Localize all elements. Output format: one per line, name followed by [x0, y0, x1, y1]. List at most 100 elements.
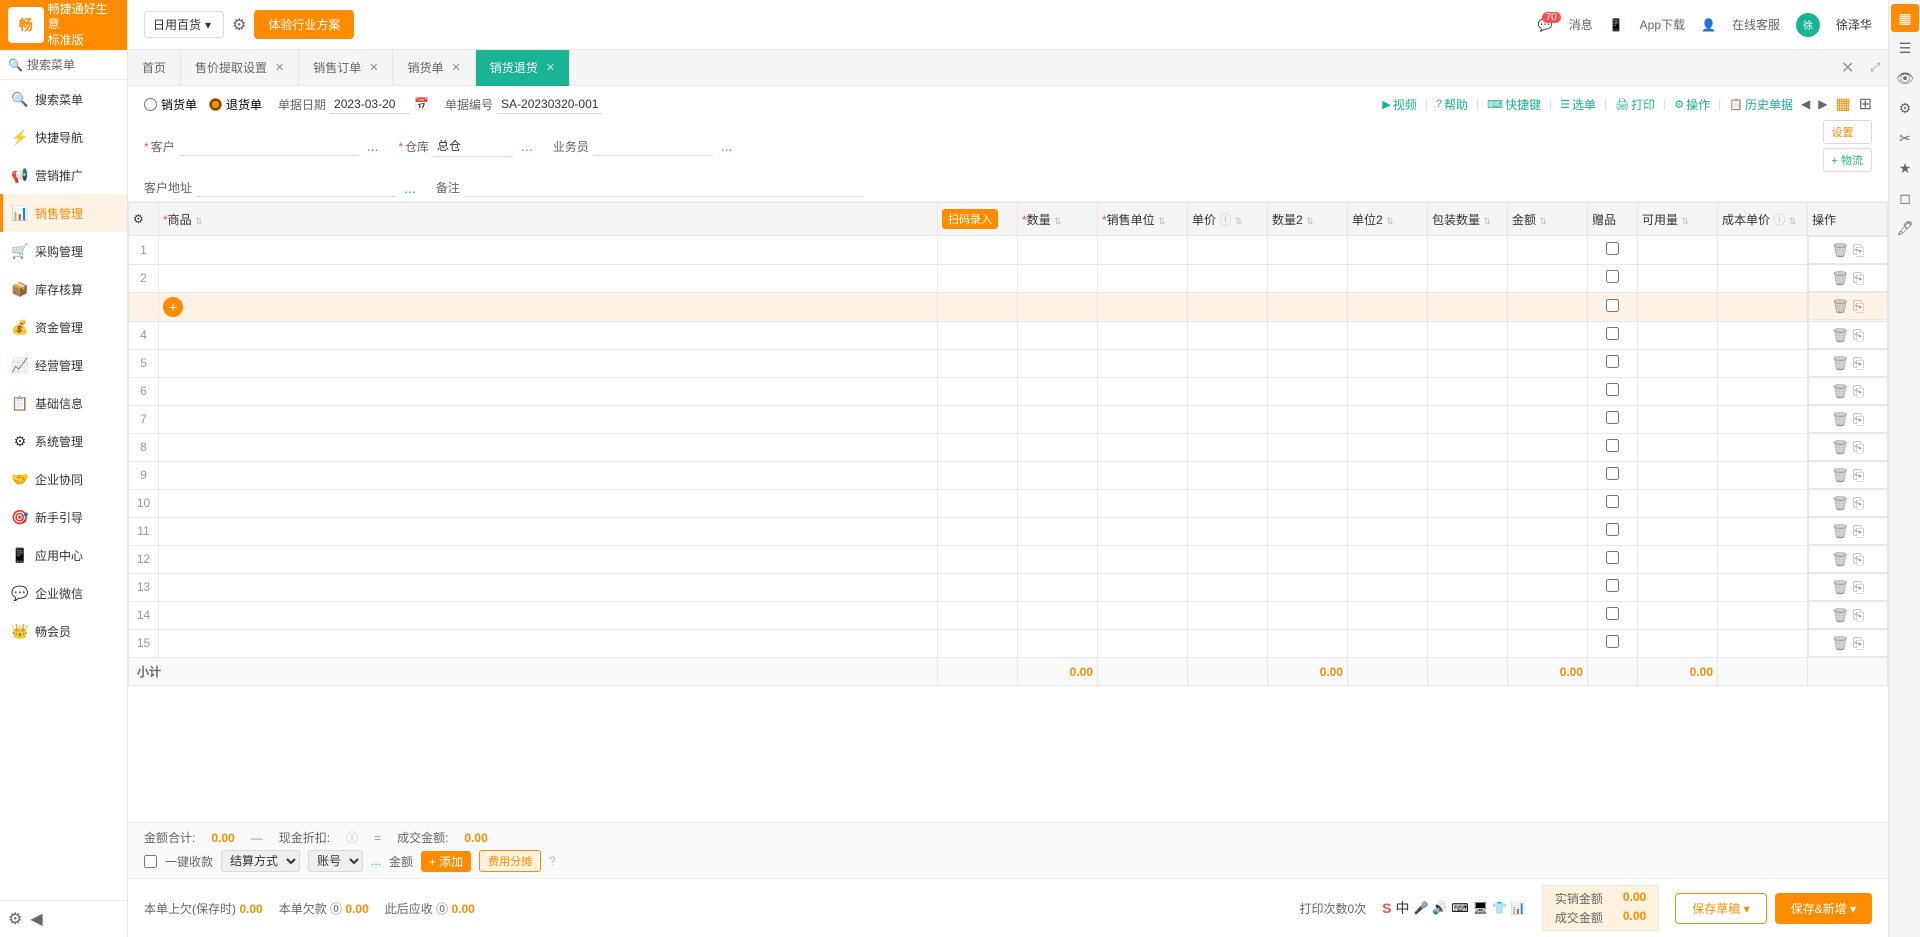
cell-unit2-10[interactable] — [1348, 489, 1428, 517]
cell-avail-13[interactable] — [1638, 573, 1718, 601]
cell-price-2[interactable] — [1188, 264, 1268, 292]
cell-product-11[interactable] — [159, 517, 938, 545]
delete-row-15[interactable]: 🗑 — [1831, 635, 1849, 652]
cell-amount-14[interactable] — [1508, 601, 1588, 629]
cell-amount-15[interactable] — [1508, 629, 1588, 658]
cell-qty2-2[interactable] — [1268, 264, 1348, 292]
cell-amount-9[interactable] — [1508, 461, 1588, 489]
right-sidebar-r6[interactable]: 🖋 — [1891, 214, 1919, 242]
cell-pack-13[interactable] — [1428, 573, 1508, 601]
cell-price-8[interactable] — [1188, 433, 1268, 461]
copy-row-2[interactable]: ⎘ — [1853, 270, 1864, 287]
cell-price-13[interactable] — [1188, 573, 1268, 601]
customer-input[interactable] — [179, 137, 359, 156]
tab-sale-price[interactable]: 售价提取设置✕ — [181, 50, 299, 86]
cell-amount-10[interactable] — [1508, 489, 1588, 517]
cell-unit2-1[interactable] — [1348, 236, 1428, 265]
copy-row-7[interactable]: ⎘ — [1853, 411, 1864, 428]
delete-row-5[interactable]: 🗑 — [1831, 355, 1849, 372]
cell-qty2-12[interactable] — [1268, 545, 1348, 573]
copy-row-3[interactable]: ⎘ — [1853, 298, 1864, 315]
cell-gift-10[interactable] — [1588, 489, 1638, 517]
toolbar-shortcut[interactable]: ⌨ 快捷键 — [1487, 96, 1541, 113]
prev-record[interactable]: ◀ — [1801, 97, 1810, 111]
cell-qty-13[interactable] — [1018, 573, 1098, 601]
tab-sales-return[interactable]: 销货退货✕ — [476, 50, 570, 86]
sidebar-item-basic[interactable]: 📋基础信息 — [0, 384, 127, 422]
cell-cost-12[interactable] — [1718, 545, 1808, 573]
cell-avail-5[interactable] — [1638, 349, 1718, 377]
cell-amount-3[interactable] — [1508, 292, 1588, 321]
sidebar-search[interactable]: 🔍 搜索菜单 — [0, 50, 127, 80]
cell-cost-2[interactable] — [1718, 264, 1808, 292]
sidebar-item-wechat[interactable]: 💬企业微信 — [0, 574, 127, 612]
sidebar-item-member[interactable]: 👑畅会员 — [0, 612, 127, 650]
cell-qty-15[interactable] — [1018, 629, 1098, 658]
cell-avail-4[interactable] — [1638, 321, 1718, 349]
right-sidebar-r4[interactable]: ★ — [1891, 154, 1919, 182]
next-record[interactable]: ▶ — [1818, 97, 1827, 111]
cell-pack-2[interactable] — [1428, 264, 1508, 292]
calc-method-select[interactable]: 结算方式 — [221, 850, 300, 872]
cell-unit2-8[interactable] — [1348, 433, 1428, 461]
cell-unit-2[interactable] — [1098, 264, 1188, 292]
cell-pack-5[interactable] — [1428, 349, 1508, 377]
cell-qty-5[interactable] — [1018, 349, 1098, 377]
cell-amount-8[interactable] — [1508, 433, 1588, 461]
copy-row-10[interactable]: ⎘ — [1853, 495, 1864, 512]
cell-qty-3[interactable] — [1018, 292, 1098, 321]
save-draft-button[interactable]: 保存草稿 ▾ — [1675, 893, 1766, 924]
delete-row-4[interactable]: 🗑 — [1831, 327, 1849, 344]
delete-row-11[interactable]: 🗑 — [1831, 523, 1849, 540]
copy-row-9[interactable]: ⎘ — [1853, 467, 1864, 484]
cell-price-3[interactable] — [1188, 292, 1268, 321]
cell-pack-3[interactable] — [1428, 292, 1508, 321]
cell-cost-7[interactable] — [1718, 405, 1808, 433]
delete-row-14[interactable]: 🗑 — [1831, 607, 1849, 624]
cell-gift-4[interactable] — [1588, 321, 1638, 349]
toolbar-select[interactable]: ☰ 选单 — [1560, 96, 1596, 113]
cell-amount-5[interactable] — [1508, 349, 1588, 377]
grid-view-icon[interactable]: ▦ — [1835, 94, 1850, 114]
cell-gift-15[interactable] — [1588, 629, 1638, 658]
cell-qty-8[interactable] — [1018, 433, 1098, 461]
cell-cost-9[interactable] — [1718, 461, 1808, 489]
cell-qty-4[interactable] — [1018, 321, 1098, 349]
cell-product-7[interactable] — [159, 405, 938, 433]
cell-product-3[interactable]: + — [159, 292, 938, 321]
right-sidebar-r1[interactable]: 👁 — [1891, 64, 1919, 92]
tab-sales-delivery[interactable]: 销货单✕ — [393, 50, 475, 86]
cell-avail-11[interactable] — [1638, 517, 1718, 545]
delete-row-1[interactable]: 🗑 — [1831, 242, 1849, 259]
cell-qty2-4[interactable] — [1268, 321, 1348, 349]
message-badge-container[interactable]: 💬 70 — [1538, 18, 1553, 32]
toolbar-help[interactable]: ? 帮助 — [1436, 96, 1468, 113]
cell-unit-5[interactable] — [1098, 349, 1188, 377]
cell-unit-9[interactable] — [1098, 461, 1188, 489]
radio-sale[interactable]: 销货单 — [144, 96, 197, 113]
sidebar-item-marketing[interactable]: 📢营销推广 — [0, 156, 127, 194]
cell-qty2-14[interactable] — [1268, 601, 1348, 629]
copy-row-11[interactable]: ⎘ — [1853, 523, 1864, 540]
toolbar-operate[interactable]: ⚙ 操作 — [1674, 96, 1710, 113]
cell-unit2-12[interactable] — [1348, 545, 1428, 573]
cell-unit-15[interactable] — [1098, 629, 1188, 658]
calendar-icon[interactable]: 📅 — [414, 97, 429, 111]
delete-row-9[interactable]: 🗑 — [1831, 467, 1849, 484]
cell-unit2-2[interactable] — [1348, 264, 1428, 292]
cell-gift-14[interactable] — [1588, 601, 1638, 629]
tab-close-sales-order[interactable]: ✕ — [369, 61, 378, 74]
cell-qty-6[interactable] — [1018, 377, 1098, 405]
cell-unit-1[interactable] — [1098, 236, 1188, 265]
cell-unit2-7[interactable] — [1348, 405, 1428, 433]
add-row-btn[interactable]: + — [163, 297, 183, 317]
settings-icon[interactable]: ⚙ — [8, 909, 22, 929]
cell-product-1[interactable] — [159, 236, 938, 265]
cell-avail-6[interactable] — [1638, 377, 1718, 405]
cell-avail-8[interactable] — [1638, 433, 1718, 461]
right-sidebar-r3[interactable]: ✂ — [1891, 124, 1919, 152]
cell-pack-7[interactable] — [1428, 405, 1508, 433]
delete-row-13[interactable]: 🗑 — [1831, 579, 1849, 596]
cell-pack-1[interactable] — [1428, 236, 1508, 265]
cell-amount-2[interactable] — [1508, 264, 1588, 292]
